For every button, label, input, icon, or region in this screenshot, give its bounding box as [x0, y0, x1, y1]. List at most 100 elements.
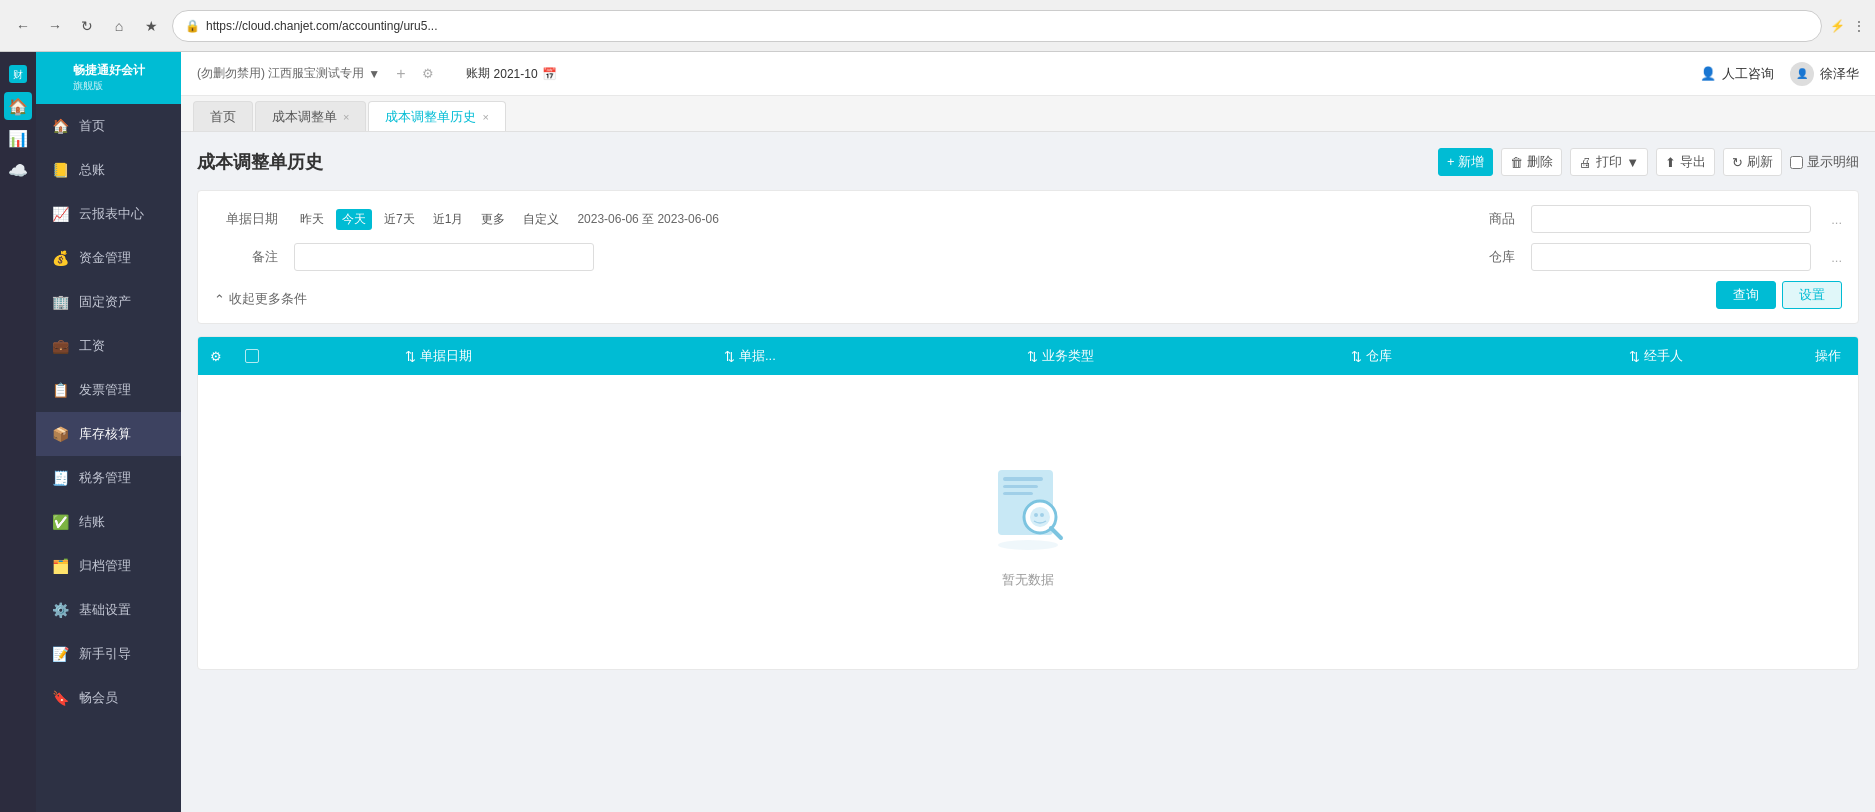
- sidebar-logo-sub: 旗舰版: [73, 79, 145, 93]
- svg-point-11: [1040, 513, 1044, 517]
- filter-section: 单据日期 昨天 今天 近7天 近1月 更多 自定义 2023-06-06 至 2…: [197, 190, 1859, 324]
- tab-cost-adjust[interactable]: 成本调整单 ×: [255, 101, 366, 131]
- assets-icon: 🏢: [52, 294, 69, 310]
- table-container: ⚙ ⇅ 单据日期 ⇅ 单据... ⇅ 业务类型: [197, 336, 1859, 670]
- sidebar-item-close[interactable]: ✅ 结账: [36, 500, 181, 544]
- settings-link-icon[interactable]: ⚙: [422, 66, 434, 81]
- table-col-warehouse[interactable]: ⇅ 仓库: [1230, 347, 1514, 365]
- tab-home[interactable]: 首页: [193, 101, 253, 131]
- show-detail-input[interactable]: [1790, 156, 1803, 169]
- shortcut-more[interactable]: 更多: [475, 209, 511, 230]
- user-menu[interactable]: 👤 徐泽华: [1790, 62, 1859, 86]
- collapse-btn[interactable]: ⌃ 收起更多条件: [214, 290, 307, 308]
- goods-ellipsis[interactable]: ...: [1831, 212, 1842, 227]
- table-col-num[interactable]: ⇅ 单据...: [608, 347, 892, 365]
- sidebar-item-reports[interactable]: 📈 云报表中心: [36, 192, 181, 236]
- shortcut-7days[interactable]: 近7天: [378, 209, 421, 230]
- icon-strip-chart[interactable]: 📊: [4, 124, 32, 152]
- tab-cost-adjust-close[interactable]: ×: [343, 111, 349, 123]
- table-col-check[interactable]: [234, 349, 270, 363]
- tab-cost-adjust-label: 成本调整单: [272, 108, 337, 126]
- delete-btn[interactable]: 🗑 删除: [1501, 148, 1562, 176]
- svg-rect-4: [1003, 477, 1043, 481]
- main-content: (勿删勿禁用) 江西服宝测试专用 ▼ + ⚙ 账期 2021-10 📅 👤 人工…: [181, 52, 1875, 812]
- settings-btn[interactable]: 设置: [1782, 281, 1842, 309]
- bookmark-button[interactable]: ★: [138, 13, 164, 39]
- home-icon: 🏠: [52, 118, 69, 134]
- shortcut-custom[interactable]: 自定义: [517, 209, 565, 230]
- svg-point-10: [1034, 513, 1038, 517]
- company-selector[interactable]: (勿删勿禁用) 江西服宝测试专用 ▼: [197, 65, 380, 82]
- sidebar: 畅捷通好会计 旗舰版 🏠 首页 📒 总账 📈 云报表中心 💰 资金管理: [36, 52, 181, 812]
- refresh-btn[interactable]: ↻ 刷新: [1723, 148, 1782, 176]
- browser-chrome: ← → ↻ ⌂ ★ 🔒 https://cloud.chanjet.com/ac…: [0, 0, 1875, 52]
- settings-col-icon: ⚙: [210, 349, 222, 364]
- salary-icon: 💼: [52, 338, 69, 354]
- user-name: 徐泽华: [1820, 65, 1859, 83]
- table-col-person[interactable]: ⇅ 经手人: [1514, 347, 1798, 365]
- table-col-type[interactable]: ⇅ 业务类型: [892, 347, 1230, 365]
- sidebar-item-home[interactable]: 🏠 首页: [36, 104, 181, 148]
- sidebar-item-salary[interactable]: 💼 工资: [36, 324, 181, 368]
- sidebar-item-assets[interactable]: 🏢 固定资产: [36, 280, 181, 324]
- sidebar-item-ledger[interactable]: 📒 总账: [36, 148, 181, 192]
- sidebar-item-archive[interactable]: 🗂️ 归档管理: [36, 544, 181, 588]
- sidebar-item-label: 归档管理: [79, 557, 131, 575]
- warehouse-input[interactable]: [1531, 243, 1811, 271]
- icon-strip-cloud[interactable]: ☁️: [4, 156, 32, 184]
- guide-icon: 📝: [52, 646, 69, 662]
- extensions-icon[interactable]: ⚡: [1830, 19, 1845, 33]
- print-btn[interactable]: 🖨 打印 ▼: [1570, 148, 1648, 176]
- shortcut-1month[interactable]: 近1月: [427, 209, 470, 230]
- home-button[interactable]: ⌂: [106, 13, 132, 39]
- consult-link[interactable]: 👤 人工咨询: [1700, 65, 1774, 83]
- tab-cost-adjust-history[interactable]: 成本调整单历史 ×: [368, 101, 505, 131]
- sidebar-item-label: 结账: [79, 513, 105, 531]
- address-bar[interactable]: 🔒 https://cloud.chanjet.com/accounting/u…: [172, 10, 1822, 42]
- col-date-sort-icon: ⇅: [405, 349, 416, 364]
- back-button[interactable]: ←: [10, 13, 36, 39]
- export-btn[interactable]: ⬆ 导出: [1656, 148, 1715, 176]
- sidebar-item-settings[interactable]: ⚙️ 基础设置: [36, 588, 181, 632]
- show-detail-checkbox[interactable]: 显示明细: [1790, 153, 1859, 171]
- collapse-arrow-icon: ⌃: [214, 292, 225, 307]
- forward-button[interactable]: →: [42, 13, 68, 39]
- warehouse-ellipsis[interactable]: ...: [1831, 250, 1842, 265]
- col-warehouse-label: 仓库: [1366, 347, 1392, 365]
- sidebar-item-label: 新手引导: [79, 645, 131, 663]
- calendar-icon[interactable]: 📅: [542, 67, 557, 81]
- new-btn-label: + 新增: [1447, 153, 1484, 171]
- show-detail-label: 显示明细: [1807, 153, 1859, 171]
- select-all-checkbox[interactable]: [245, 349, 259, 363]
- goods-filter-label: 商品: [1451, 210, 1515, 228]
- svg-text:财: 财: [13, 69, 23, 80]
- sidebar-menu: 🏠 首页 📒 总账 📈 云报表中心 💰 资金管理 🏢 固定资产 💼 工资: [36, 104, 181, 812]
- remark-input[interactable]: [294, 243, 594, 271]
- app-container: 财 🏠 📊 ☁️ 畅捷通好会计 旗舰版 🏠 首页 📒 总账 📈 云: [0, 52, 1875, 812]
- table-col-date[interactable]: ⇅ 单据日期: [270, 347, 608, 365]
- table-col-settings[interactable]: ⚙: [198, 349, 234, 364]
- icon-strip-home[interactable]: 🏠: [4, 92, 32, 120]
- sidebar-item-label: 基础设置: [79, 601, 131, 619]
- sidebar-item-inventory[interactable]: 📦 库存核算: [36, 412, 181, 456]
- period-value: 2021-10: [494, 67, 538, 81]
- icon-strip-logo[interactable]: 财: [4, 60, 32, 88]
- query-btn[interactable]: 查询: [1716, 281, 1776, 309]
- new-btn[interactable]: + 新增: [1438, 148, 1493, 176]
- add-company-btn[interactable]: +: [396, 65, 405, 83]
- sidebar-item-finance[interactable]: 💰 资金管理: [36, 236, 181, 280]
- tab-cost-adjust-history-close[interactable]: ×: [482, 111, 488, 123]
- sidebar-item-invoice[interactable]: 📋 发票管理: [36, 368, 181, 412]
- sidebar-item-vip[interactable]: 🔖 畅会员: [36, 676, 181, 720]
- period-info: 账期 2021-10 📅: [466, 65, 557, 82]
- menu-icon[interactable]: ⋮: [1853, 19, 1865, 33]
- sidebar-item-label: 总账: [79, 161, 105, 179]
- sidebar-item-guide[interactable]: 📝 新手引导: [36, 632, 181, 676]
- goods-input[interactable]: [1531, 205, 1811, 233]
- company-dropdown-icon: ▼: [368, 67, 380, 81]
- shortcut-today[interactable]: 今天: [336, 209, 372, 230]
- reload-button[interactable]: ↻: [74, 13, 100, 39]
- sidebar-item-tax[interactable]: 🧾 税务管理: [36, 456, 181, 500]
- col-num-sort-icon: ⇅: [724, 349, 735, 364]
- shortcut-yesterday[interactable]: 昨天: [294, 209, 330, 230]
